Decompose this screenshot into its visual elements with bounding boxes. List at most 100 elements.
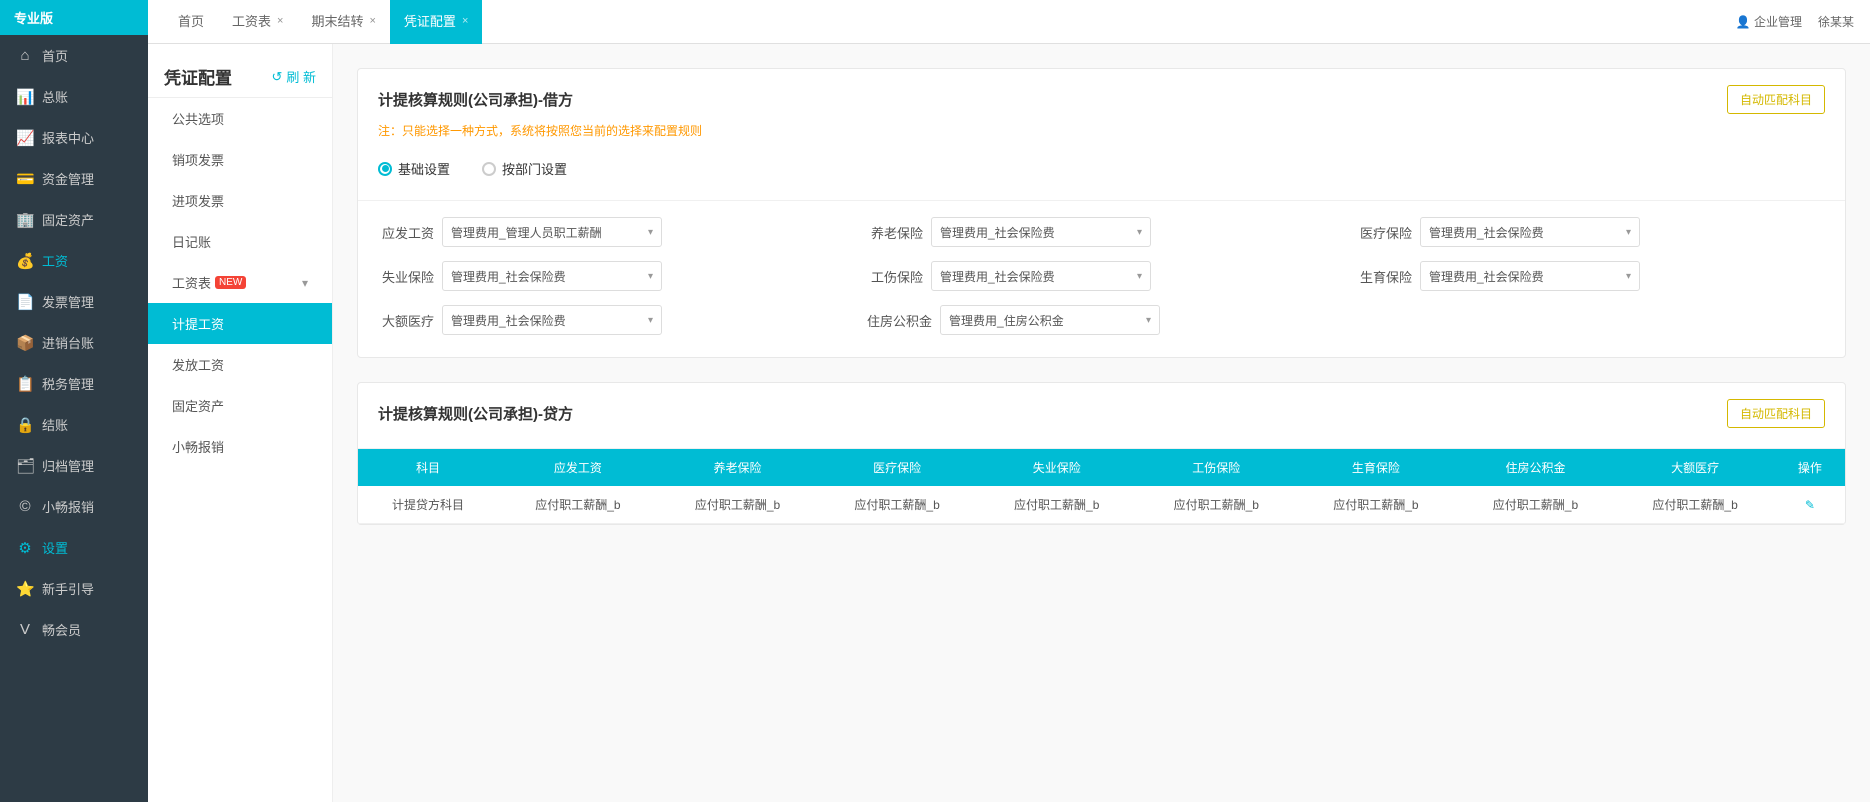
sidebar-item-archive[interactable]: 🗂 归档管理 [0, 445, 148, 486]
sidebar-item-payroll[interactable]: 💰 工资 [0, 240, 148, 281]
sidebar-item-inventory[interactable]: 📦 进销台账 [0, 322, 148, 363]
ledger-icon: 📊 [16, 88, 34, 106]
cell-shiye: 应付职工薪酬_b [977, 486, 1137, 524]
select-yanglao[interactable]: 管理费用_社会保险费 ▾ [931, 217, 1151, 247]
sidebar-item-funds[interactable]: 💳 资金管理 [0, 158, 148, 199]
main-panel: 计提核算规则(公司承担)-借方 自动匹配科目 注：只能选择一种方式，系统将按照您… [333, 44, 1870, 802]
sidebar-item-ledger[interactable]: 📊 总账 [0, 76, 148, 117]
credit-section-title: 计提核算规则(公司承担)-贷方 [378, 403, 573, 424]
select-gongshang-value: 管理费用_社会保险费 [940, 268, 1055, 285]
close-period-icon: 🔒 [16, 416, 34, 434]
payroll-icon: 💰 [16, 252, 34, 270]
tab-period-close[interactable]: 期末结转 × [297, 0, 389, 44]
field-shengyu: 生育保险 管理费用_社会保险费 ▾ [1356, 261, 1825, 291]
tab-voucher-config-label: 凭证配置 [404, 11, 456, 30]
field-yiliao: 医疗保险 管理费用_社会保险费 ▾ [1356, 217, 1825, 247]
debit-auto-match-button[interactable]: 自动匹配科目 [1727, 85, 1825, 114]
sidebar-item-guide[interactable]: ⭐ 新手引导 [0, 568, 148, 609]
cell-action[interactable]: ✎ [1775, 486, 1845, 524]
sidebar-item-assets[interactable]: 🏢 固定资产 [0, 199, 148, 240]
cell-gongjijin: 应付职工薪酬_b [1456, 486, 1616, 524]
credit-title-row: 计提核算规则(公司承担)-贷方 自动匹配科目 [378, 399, 1825, 428]
select-gongshang[interactable]: 管理费用_社会保险费 ▾ [931, 261, 1151, 291]
cell-yanglao: 应付职工薪酬_b [658, 486, 818, 524]
tab-home[interactable]: 首页 [164, 0, 218, 44]
tab-payroll-table[interactable]: 工资表 × [218, 0, 297, 44]
user-name: 徐某某 [1818, 13, 1854, 30]
form-row-3: 大额医疗 管理费用_社会保险费 ▾ 住房公积金 管理费用_住房公积金 [378, 305, 1825, 335]
sidebar-item-label: 首页 [42, 46, 68, 65]
sidebar-item-close[interactable]: 🔒 结账 [0, 404, 148, 445]
sidebar-item-settings[interactable]: ⚙ 设置 [0, 527, 148, 568]
guide-icon: ⭐ [16, 580, 34, 598]
nav-item-payroll-calc[interactable]: 计提工资 [148, 303, 332, 344]
col-yanglao: 养老保险 [658, 449, 818, 486]
tab-payroll-table-close[interactable]: × [277, 15, 283, 27]
col-shengyu: 生育保险 [1296, 449, 1456, 486]
select-shiye[interactable]: 管理费用_社会保险费 ▾ [442, 261, 662, 291]
nav-item-expense[interactable]: 小畅报销 [148, 426, 332, 467]
select-yingfa[interactable]: 管理费用_管理人员职工薪酬 ▾ [442, 217, 662, 247]
label-gongjijin: 住房公积金 [867, 311, 932, 330]
expand-icon: ▾ [302, 276, 308, 290]
label-gongshang: 工伤保险 [867, 267, 923, 286]
nav-item-public[interactable]: 公共选项 [148, 98, 332, 139]
user-info: 👤 企业管理 [1736, 13, 1802, 30]
radio-dept[interactable]: 按部门设置 [482, 159, 567, 178]
sidebar: 专业版 ⌂ 首页 📊 总账 📈 报表中心 💳 资金管理 🏢 固定资产 💰 工资 … [0, 0, 148, 802]
credit-section: 计提核算规则(公司承担)-贷方 自动匹配科目 科目 应发工资 养老保险 医疗保险 [357, 382, 1846, 525]
label-shengyu: 生育保险 [1356, 267, 1412, 286]
chevron-down-icon: ▾ [648, 271, 653, 282]
select-yiliao[interactable]: 管理费用_社会保险费 ▾ [1420, 217, 1640, 247]
label-yanglao: 养老保险 [867, 223, 923, 242]
topbar: 首页 工资表 × 期末结转 × 凭证配置 × 👤 企业管理 徐某某 [148, 0, 1870, 44]
sidebar-item-reports[interactable]: 📈 报表中心 [0, 117, 148, 158]
settings-icon: ⚙ [16, 539, 34, 557]
nav-item-payroll-issue[interactable]: 发放工资 [148, 344, 332, 385]
nav-item-payroll-table[interactable]: 工资表 NEW ▾ [148, 262, 332, 303]
radio-basic[interactable]: 基础设置 [378, 159, 450, 178]
edit-icon[interactable]: ✎ [1805, 498, 1815, 512]
sidebar-item-invoice[interactable]: 📄 发票管理 [0, 281, 148, 322]
radio-dept-circle [482, 162, 496, 176]
sidebar-item-label: 新手引导 [42, 579, 94, 598]
main-area: 首页 工资表 × 期末结转 × 凭证配置 × 👤 企业管理 徐某某 凭证配置 ↺… [148, 0, 1870, 802]
select-daeliao[interactable]: 管理费用_社会保险费 ▾ [442, 305, 662, 335]
sidebar-item-label: 结账 [42, 415, 68, 434]
debit-section-title: 计提核算规则(公司承担)-借方 [378, 89, 573, 110]
debit-section: 计提核算规则(公司承担)-借方 自动匹配科目 注：只能选择一种方式，系统将按照您… [357, 68, 1846, 358]
select-shengyu[interactable]: 管理费用_社会保险费 ▾ [1420, 261, 1640, 291]
nav-item-purchase-invoice[interactable]: 进项发票 [148, 180, 332, 221]
debit-section-body: 应发工资 管理费用_管理人员职工薪酬 ▾ 养老保险 管理费用_社会保险费 [358, 201, 1845, 357]
chevron-down-icon: ▾ [1137, 271, 1142, 282]
select-gongjijin[interactable]: 管理费用_住房公积金 ▾ [940, 305, 1160, 335]
debit-form-grid: 应发工资 管理费用_管理人员职工薪酬 ▾ 养老保险 管理费用_社会保险费 [358, 201, 1845, 357]
new-badge: NEW [215, 276, 246, 289]
sidebar-item-tax[interactable]: 📋 税务管理 [0, 363, 148, 404]
refresh-button[interactable]: ↺ 刷 新 [271, 67, 316, 86]
col-gongjijin: 住房公积金 [1456, 449, 1616, 486]
sidebar-item-label: 固定资产 [42, 210, 94, 229]
chevron-down-icon: ▾ [1146, 315, 1151, 326]
home-icon: ⌂ [16, 47, 34, 64]
sidebar-item-vip[interactable]: V 畅会员 [0, 609, 148, 650]
select-yingfa-value: 管理费用_管理人员职工薪酬 [451, 224, 602, 241]
sidebar-item-label: 税务管理 [42, 374, 94, 393]
label-daeliao: 大额医疗 [378, 311, 434, 330]
form-row-1: 应发工资 管理费用_管理人员职工薪酬 ▾ 养老保险 管理费用_社会保险费 [378, 217, 1825, 247]
label-yingfa: 应发工资 [378, 223, 434, 242]
nav-item-fixed-assets[interactable]: 固定资产 [148, 385, 332, 426]
nav-item-journal[interactable]: 日记账 [148, 221, 332, 262]
sidebar-item-xiaochang[interactable]: © 小畅报销 [0, 486, 148, 527]
tab-period-close-close[interactable]: × [369, 15, 375, 27]
credit-auto-match-button[interactable]: 自动匹配科目 [1727, 399, 1825, 428]
chevron-down-icon: ▾ [648, 227, 653, 238]
sidebar-item-home[interactable]: ⌂ 首页 [0, 35, 148, 76]
col-yiliao: 医疗保险 [817, 449, 977, 486]
tab-voucher-config[interactable]: 凭证配置 × [390, 0, 482, 44]
nav-item-sales-invoice[interactable]: 销项发票 [148, 139, 332, 180]
cell-gongshang: 应付职工薪酬_b [1137, 486, 1297, 524]
sidebar-item-label: 资金管理 [42, 169, 94, 188]
select-daeliao-value: 管理费用_社会保险费 [451, 312, 566, 329]
tab-voucher-config-close[interactable]: × [462, 15, 468, 27]
